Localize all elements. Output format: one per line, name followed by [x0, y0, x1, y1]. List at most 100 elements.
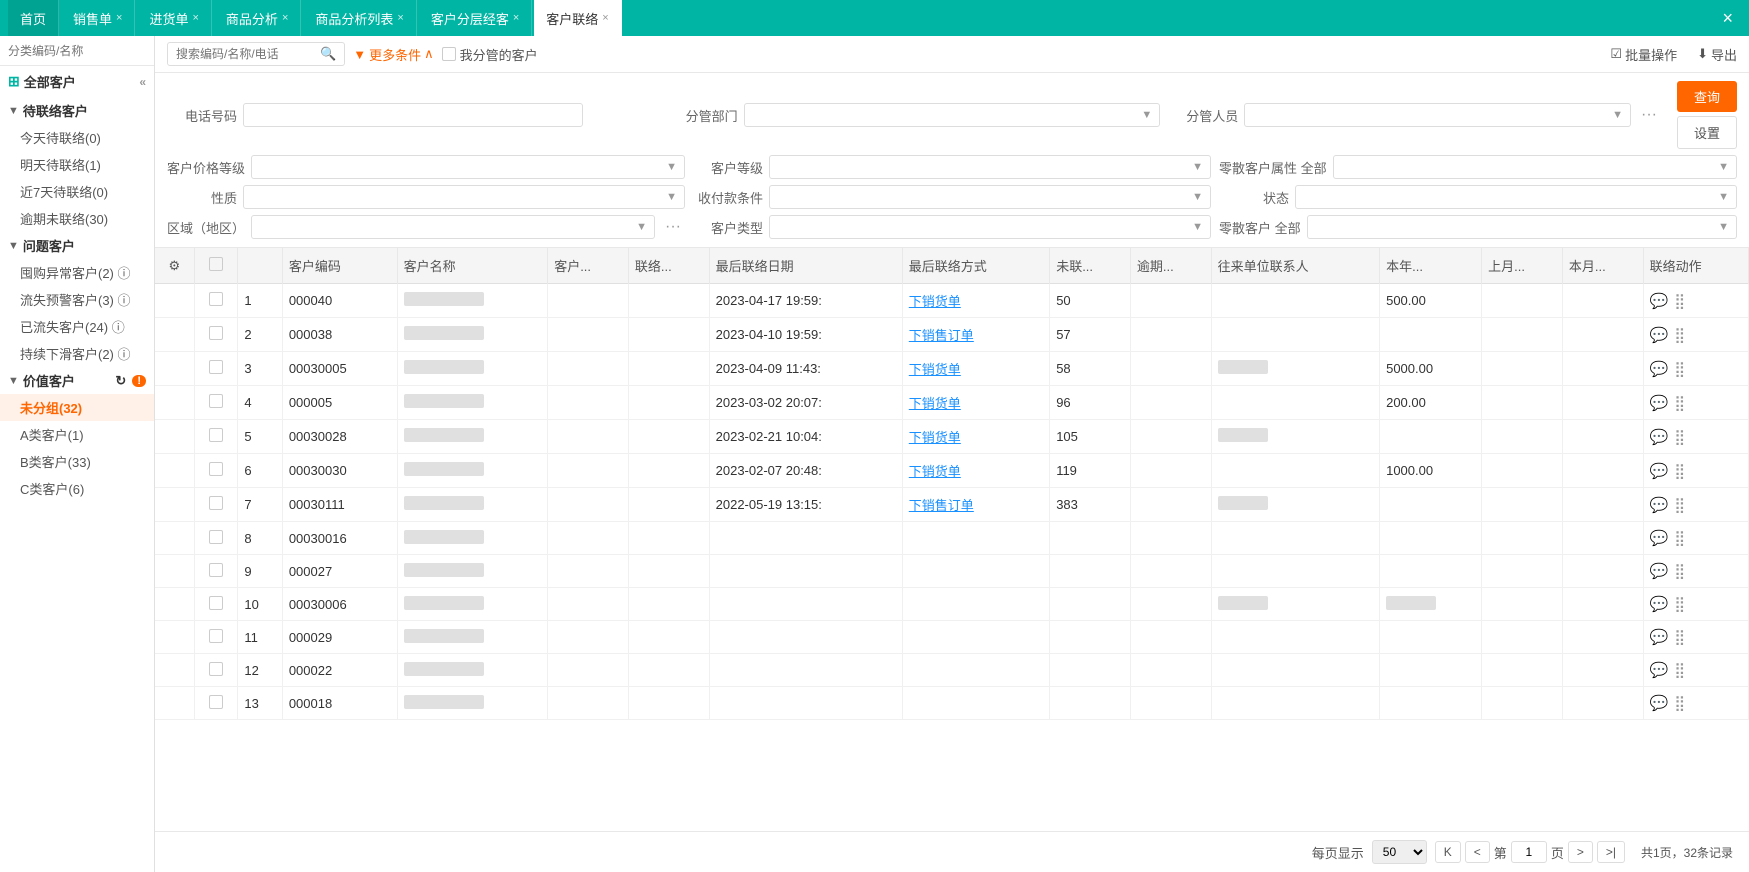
row-last-way[interactable]: 下销售订单 — [902, 318, 1049, 352]
row-check[interactable] — [209, 695, 223, 709]
row-last-way[interactable]: 下销货单 — [902, 352, 1049, 386]
row-action[interactable]: 💬 ⣿ — [1643, 386, 1748, 420]
row-checkbox[interactable] — [194, 454, 238, 488]
row-check[interactable] — [209, 326, 223, 340]
close-tab-customer-contact[interactable]: × — [602, 12, 608, 24]
filter-dept-select[interactable] — [744, 103, 1161, 127]
first-page-btn[interactable]: K — [1435, 841, 1461, 863]
more-icon[interactable]: ⣿ — [1674, 595, 1685, 613]
query-btn[interactable]: 查询 — [1677, 81, 1737, 112]
tab-home[interactable]: 首页 — [8, 0, 59, 36]
row-checkbox[interactable] — [194, 284, 238, 318]
sidebar-group-value[interactable]: ▼ 价值客户 ↻ ! — [0, 367, 154, 394]
more-icon[interactable]: ⣿ — [1674, 529, 1685, 547]
row-last-way[interactable]: 下销货单 — [902, 284, 1049, 318]
row-action[interactable]: 💬 ⣿ — [1643, 454, 1748, 488]
chat-icon[interactable]: 💬 — [1650, 496, 1669, 514]
sidebar-item-b-class[interactable]: B类客户(33) — [0, 448, 154, 475]
row-last-way[interactable] — [902, 522, 1049, 555]
filter-manager-select[interactable] — [1244, 103, 1631, 127]
row-action[interactable]: 💬 ⣿ — [1643, 555, 1748, 588]
my-customers-checkbox[interactable]: 我分管的客户 — [442, 45, 538, 64]
chat-icon[interactable]: 💬 — [1650, 428, 1669, 446]
chat-icon[interactable]: 💬 — [1650, 595, 1669, 613]
sidebar-group-pending[interactable]: ▼ 待联络客户 — [0, 97, 154, 124]
col-this-month[interactable]: 本月... — [1562, 248, 1643, 284]
sidebar-item-tomorrow[interactable]: 明天待联络(1) — [0, 151, 154, 178]
row-checkbox[interactable] — [194, 654, 238, 687]
filter-ctype-select[interactable] — [769, 215, 1211, 239]
row-check[interactable] — [209, 629, 223, 643]
row-checkbox[interactable] — [194, 621, 238, 654]
reset-btn[interactable]: 设置 — [1677, 116, 1737, 149]
row-check[interactable] — [209, 360, 223, 374]
sidebar-all-customers[interactable]: ⊞ 全部客户 « — [0, 66, 154, 97]
row-check[interactable] — [209, 462, 223, 476]
row-check[interactable] — [209, 563, 223, 577]
contact-way-link[interactable]: 下销售订单 — [909, 328, 974, 343]
filter-retail-select[interactable] — [1307, 215, 1737, 239]
col-last-date[interactable]: 最后联络日期 — [709, 248, 902, 284]
tab-analysis-list[interactable]: 商品分析列表 × — [303, 0, 416, 36]
tab-analysis[interactable]: 商品分析 × — [214, 0, 301, 36]
tab-customer-layer[interactable]: 客户分层经客 × — [419, 0, 532, 36]
col-contact-person[interactable]: 往来单位联系人 — [1211, 248, 1379, 284]
sidebar-item-a-class[interactable]: A类客户(1) — [0, 421, 154, 448]
row-check[interactable] — [209, 530, 223, 544]
sidebar-item-7days[interactable]: 近7天待联络(0) — [0, 178, 154, 205]
tab-customer-contact[interactable]: 客户联络 × — [534, 0, 621, 36]
contact-way-link[interactable]: 下销货单 — [909, 294, 961, 309]
row-checkbox[interactable] — [194, 488, 238, 522]
close-tab-analysis[interactable]: × — [282, 12, 288, 24]
tab-purchase[interactable]: 进货单 × — [137, 0, 211, 36]
filter-region-select[interactable] — [251, 215, 655, 239]
sidebar-item-c-class[interactable]: C类客户(6) — [0, 475, 154, 502]
row-action[interactable]: 💬 ⣿ — [1643, 488, 1748, 522]
more-conditions-btn[interactable]: ▼ 更多条件 ∧ — [353, 45, 433, 64]
sidebar-item-declining[interactable]: 持续下滑客户(2) ⓘ — [0, 340, 154, 367]
sidebar-item-today[interactable]: 今天待联络(0) — [0, 124, 154, 151]
filter-search-icon[interactable]: 🔍 — [320, 46, 336, 62]
export-btn[interactable]: ⬇ 导出 — [1697, 45, 1737, 64]
col-code[interactable]: 客户编码 — [282, 248, 397, 284]
col-last-way[interactable]: 最后联络方式 — [902, 248, 1049, 284]
row-action[interactable]: 💬 ⣿ — [1643, 318, 1748, 352]
filter-phone-input[interactable] — [243, 103, 583, 127]
more-icon[interactable]: ⣿ — [1674, 326, 1685, 344]
filter-retail-attr-select[interactable] — [1333, 155, 1737, 179]
window-close-button[interactable]: × — [1714, 8, 1741, 29]
col-not-contacted[interactable]: 未联... — [1050, 248, 1131, 284]
region-dots[interactable]: ··· — [661, 218, 685, 236]
row-last-way[interactable] — [902, 654, 1049, 687]
row-check[interactable] — [209, 662, 223, 676]
row-check[interactable] — [209, 496, 223, 510]
row-check[interactable] — [209, 428, 223, 442]
chat-icon[interactable]: 💬 — [1650, 292, 1669, 310]
chat-icon[interactable]: 💬 — [1650, 326, 1669, 344]
next-page-btn[interactable]: > — [1568, 841, 1593, 863]
contact-way-link[interactable]: 下销货单 — [909, 430, 961, 445]
filter-search-input[interactable] — [176, 47, 316, 61]
filter-level-select[interactable] — [769, 155, 1211, 179]
row-action[interactable]: 💬 ⣿ — [1643, 420, 1748, 454]
page-input[interactable] — [1511, 841, 1547, 863]
row-last-way[interactable] — [902, 588, 1049, 621]
more-icon[interactable]: ⣿ — [1674, 462, 1685, 480]
row-action[interactable]: 💬 ⣿ — [1643, 588, 1748, 621]
contact-way-link[interactable]: 下销货单 — [909, 396, 961, 411]
more-icon[interactable]: ⣿ — [1674, 428, 1685, 446]
more-icon[interactable]: ⣿ — [1674, 694, 1685, 712]
page-size-select[interactable]: 50 100 — [1372, 840, 1427, 864]
sidebar-item-warning[interactable]: 流失预警客户(3) ⓘ — [0, 286, 154, 313]
tab-sales[interactable]: 销售单 × — [61, 0, 135, 36]
sidebar-item-hoarding[interactable]: 囤购异常客户(2) ⓘ — [0, 259, 154, 286]
sidebar-search-input[interactable] — [8, 44, 155, 58]
col-this-year[interactable]: 本年... — [1380, 248, 1482, 284]
chat-icon[interactable]: 💬 — [1650, 462, 1669, 480]
batch-op-btn[interactable]: ☑ 批量操作 — [1610, 45, 1677, 64]
filter-payment-select[interactable] — [769, 185, 1211, 209]
col-contact[interactable]: 联络... — [628, 248, 709, 284]
chat-icon[interactable]: 💬 — [1650, 661, 1669, 679]
sidebar-group-problem[interactable]: ▼ 问题客户 — [0, 232, 154, 259]
col-checkbox[interactable] — [194, 248, 238, 284]
